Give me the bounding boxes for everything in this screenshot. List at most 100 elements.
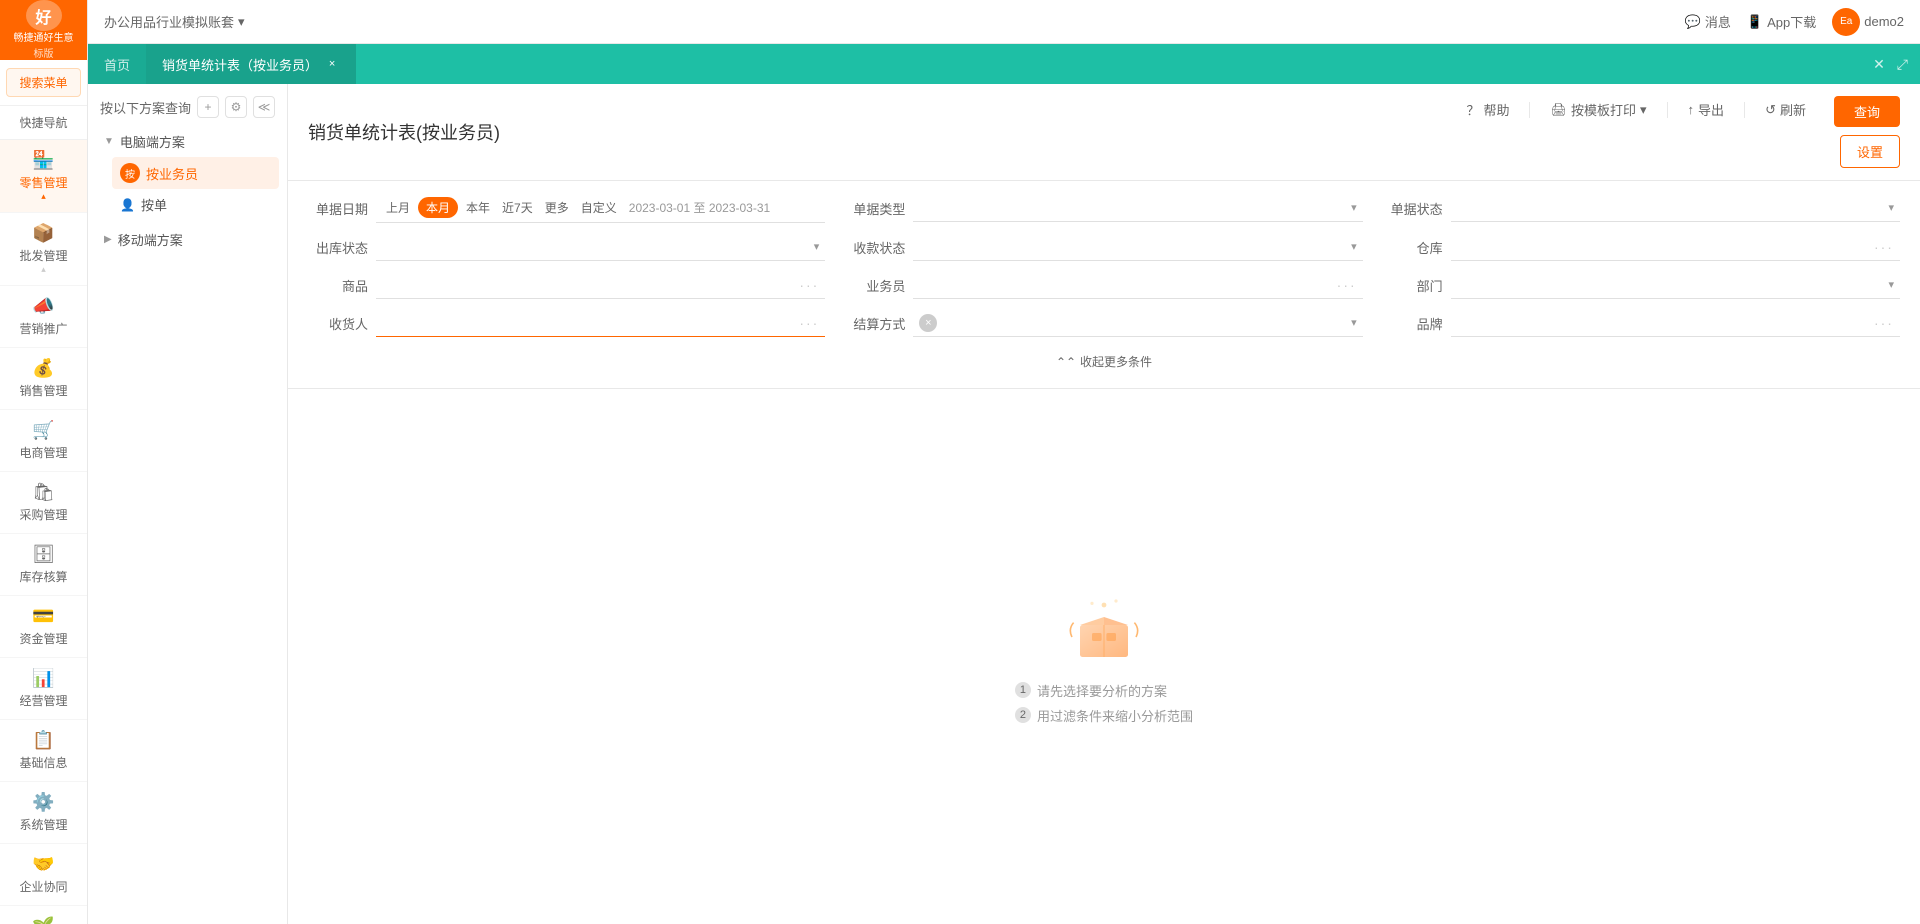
out-status-control[interactable]: ▾	[376, 233, 825, 261]
recipient-dots-icon[interactable]: ···	[799, 315, 819, 331]
sidebar-item-finance[interactable]: 💳 资金管理	[0, 596, 87, 658]
tab-close-icon[interactable]: ×	[324, 56, 340, 72]
staff-dots-icon[interactable]: ···	[1337, 277, 1357, 293]
sidebar-item-sales[interactable]: 💰 销售管理	[0, 348, 87, 410]
pay-status-label: 收款状态	[845, 238, 905, 257]
empty-illustration	[1064, 589, 1144, 669]
tree-group-pc-header[interactable]: ▼ 电脑端方案	[96, 126, 279, 157]
basic-label: 基础信息	[19, 754, 67, 771]
user-profile[interactable]: Ea demo2	[1832, 8, 1904, 36]
sidebar-logo: 好 畅捷通好生意 标版	[0, 0, 87, 60]
sidebar-item-ecommerce[interactable]: 🛒 电商管理	[0, 410, 87, 472]
doc-type-label: 单据类型	[845, 199, 905, 218]
brand-dots-icon[interactable]: ···	[1874, 315, 1894, 331]
sidebar-item-wholesale[interactable]: 📦 批发管理 ▴	[0, 213, 87, 286]
sidebar-item-inventory[interactable]: 🗄 库存核算	[0, 534, 87, 596]
department-control[interactable]: ▾	[1451, 271, 1900, 299]
sales-icon: 💰	[32, 358, 54, 379]
tab-close-all-btn[interactable]: ✕	[1869, 52, 1889, 77]
sales-label: 销售管理	[19, 382, 67, 399]
filter-row-2: 出库状态 ▾ 收款状态 ▾	[308, 233, 1900, 261]
sidebar-quick-nav[interactable]: 快捷导航	[0, 106, 87, 140]
sidebar-nav: 快捷导航 🏪 零售管理 ▴ 📦 批发管理 ▴ 📣 营销推广 💰 销售管理 🛒 电…	[0, 106, 87, 924]
sidebar-item-purchase[interactable]: 🛍 采购管理	[0, 472, 87, 534]
message-label: 消息	[1705, 12, 1731, 31]
system-label: 系统管理	[19, 816, 67, 833]
ecommerce-label: 电商管理	[19, 444, 67, 461]
app-download-btn[interactable]: 📱 App下载	[1747, 12, 1816, 31]
sidebar-item-basic[interactable]: 📋 基础信息	[0, 720, 87, 782]
sidebar-search[interactable]: 搜索菜单	[0, 60, 87, 106]
purchase-label: 采购管理	[19, 506, 67, 523]
app-name-dropdown[interactable]: 办公用品行业模拟账套 ▾	[104, 12, 245, 31]
settlement-close-btn[interactable]: ×	[919, 314, 937, 332]
tab-sales-stat[interactable]: 销货单统计表（按业务员） ×	[146, 44, 356, 84]
page-header: 销货单统计表(按业务员) ？ 帮助 🖨 按模板打印 ▾	[288, 84, 1920, 181]
brand-label: 品牌	[1383, 314, 1443, 333]
refresh-btn[interactable]: ↺ 刷新	[1757, 96, 1814, 123]
sidebar-item-retail[interactable]: 🏪 零售管理 ▴	[0, 140, 87, 213]
collapse-filter-btn[interactable]: ⌃⌃ 收起更多条件	[308, 347, 1900, 376]
doc-status-control[interactable]: ▾	[1451, 194, 1900, 222]
date-tab-this-month[interactable]: 本月	[418, 197, 458, 218]
warehouse-control[interactable]: ···	[1451, 233, 1900, 261]
left-panel-header: 按以下方案查询 + ⚙ ≪	[88, 96, 287, 126]
sidebar-item-marketing[interactable]: 📣 营销推广	[0, 286, 87, 348]
logo-subtitle: 标版	[34, 45, 54, 60]
goods-control[interactable]: ···	[376, 271, 825, 299]
tree-item-by-staff[interactable]: 按 按业务员	[112, 157, 279, 189]
goods-label: 商品	[308, 276, 368, 295]
print-btn[interactable]: 🖨 按模板打印 ▾	[1542, 96, 1654, 123]
tab-home[interactable]: 首页	[88, 44, 146, 84]
help-btn[interactable]: ？ 帮助	[1458, 96, 1517, 123]
tree-group-mobile-label: 移动端方案	[118, 230, 183, 249]
sidebar-item-operations[interactable]: 📊 经营管理	[0, 658, 87, 720]
tab-restore-btn[interactable]: ⤢	[1893, 52, 1912, 77]
tab-sales-stat-label: 销货单统计表（按业务员）	[162, 55, 318, 74]
query-button[interactable]: 查询	[1834, 96, 1900, 127]
refresh-icon: ↺	[1765, 102, 1776, 118]
empty-tip-2: 2 用过滤条件来缩小分析范围	[1015, 706, 1193, 725]
staff-control[interactable]: ···	[913, 271, 1362, 299]
settlement-control[interactable]: × ▾	[913, 309, 1362, 337]
collapse-panel-btn[interactable]: ≪	[253, 96, 275, 118]
date-tab-more[interactable]: 更多	[541, 197, 573, 218]
operations-icon: 📊	[32, 668, 54, 689]
settings-button[interactable]: 设置	[1840, 135, 1900, 168]
filter-item-settlement: 结算方式 × ▾	[845, 309, 1362, 337]
tree-item-order-label: 按单	[141, 195, 167, 214]
add-scheme-btn[interactable]: +	[197, 96, 219, 118]
app-name-label: 办公用品行业模拟账套	[104, 12, 234, 31]
search-menu-btn[interactable]: 搜索菜单	[6, 68, 81, 97]
date-tab-last-month[interactable]: 上月	[382, 197, 414, 218]
date-tab-custom[interactable]: 自定义	[577, 197, 621, 218]
settings-scheme-btn[interactable]: ⚙	[225, 96, 247, 118]
tree-item-icon-staff: 按	[120, 163, 140, 183]
help-label: 帮助	[1483, 100, 1509, 119]
date-tab-this-year[interactable]: 本年	[462, 197, 494, 218]
out-status-arrow-icon: ▾	[814, 240, 820, 253]
export-btn[interactable]: ↑ 导出	[1680, 96, 1733, 123]
sidebar-item-system[interactable]: ⚙️ 系统管理	[0, 782, 87, 844]
tree-group-mobile-header[interactable]: ▶ 移动端方案	[96, 224, 279, 255]
warehouse-dots-icon[interactable]: ···	[1874, 239, 1894, 255]
filter-item-staff: 业务员 ···	[845, 271, 1362, 299]
sidebar-item-newbie[interactable]: 🌱 新手引导	[0, 906, 87, 924]
tree-item-by-order[interactable]: 👤 按单	[112, 189, 279, 220]
doc-type-control[interactable]: ▾	[913, 194, 1362, 222]
message-icon: 💬	[1685, 14, 1701, 30]
recipient-control[interactable]: ···	[376, 309, 825, 337]
finance-icon: 💳	[32, 606, 54, 627]
date-tab-7days[interactable]: 近7天	[498, 197, 537, 218]
pay-status-control[interactable]: ▾	[913, 233, 1362, 261]
ecommerce-icon: 🛒	[32, 420, 54, 441]
divider2	[1667, 102, 1668, 118]
brand-control[interactable]: ···	[1451, 309, 1900, 337]
left-tree: ▼ 电脑端方案 按 按业务员 👤 按单	[88, 126, 287, 255]
message-btn[interactable]: 💬 消息	[1685, 12, 1731, 31]
sidebar-item-enterprise[interactable]: 🤝 企业协同	[0, 844, 87, 906]
filter-item-doc-type: 单据类型 ▾	[845, 194, 1362, 222]
out-status-label: 出库状态	[308, 238, 368, 257]
tab-home-label: 首页	[104, 55, 130, 74]
goods-dots-icon[interactable]: ···	[799, 277, 819, 293]
